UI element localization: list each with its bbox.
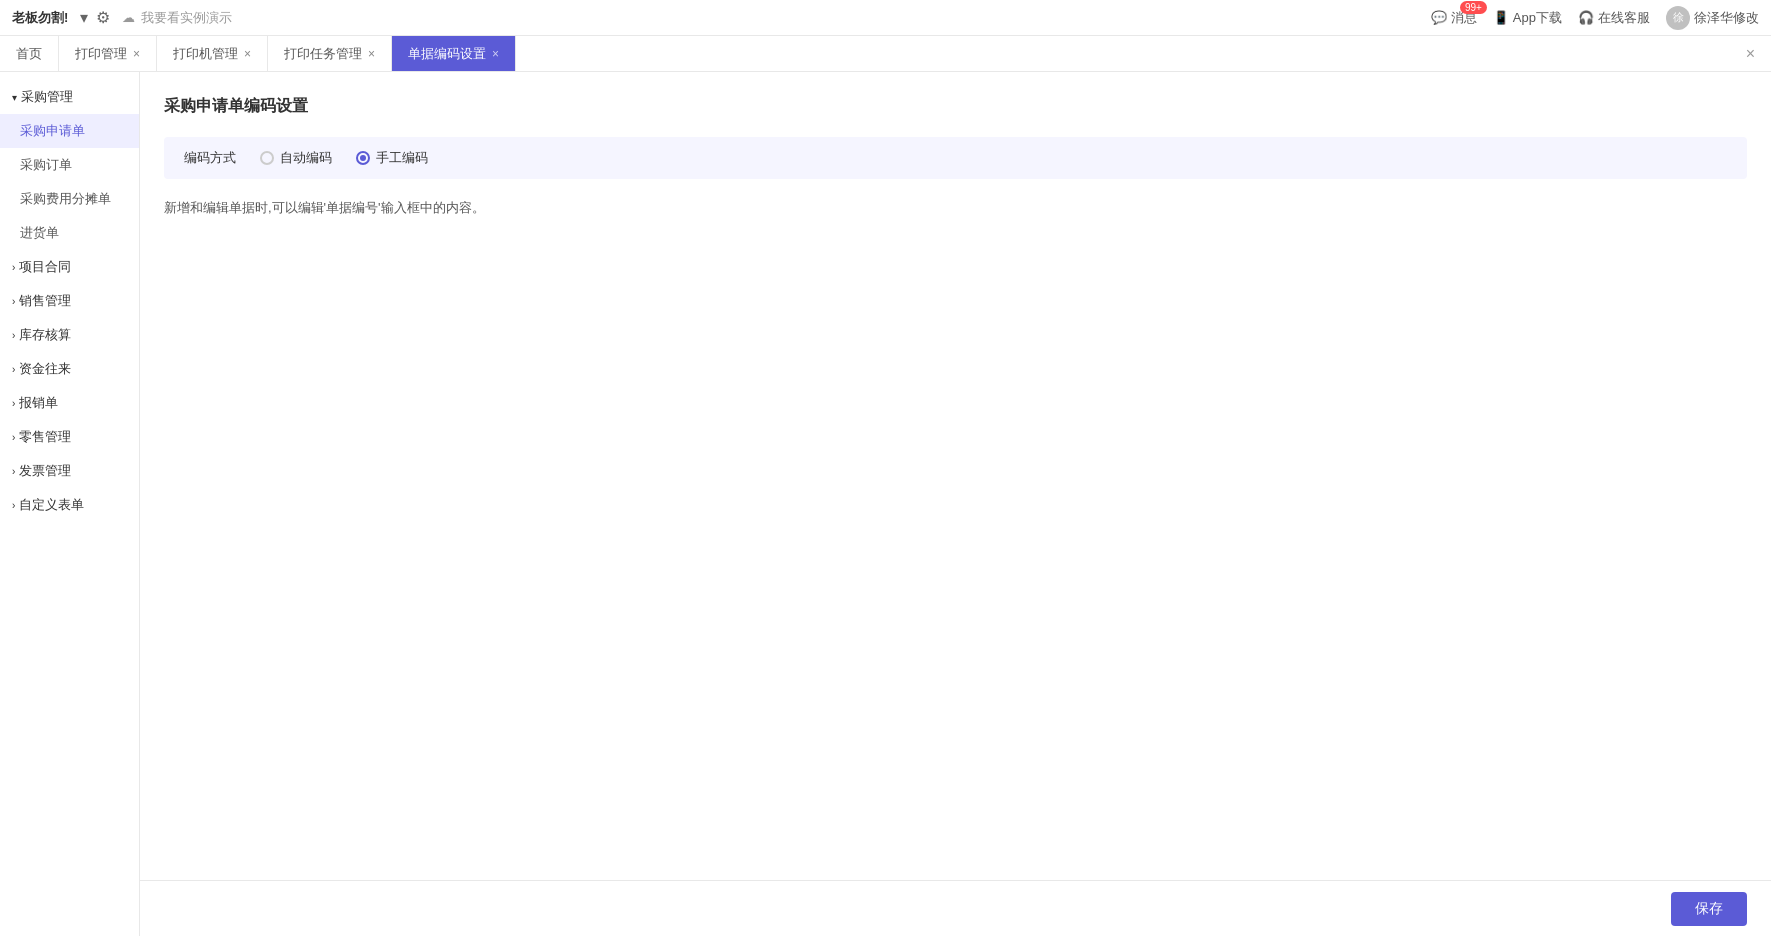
search-text: 我要看实例演示: [141, 9, 232, 27]
tab-print-mgmt-close[interactable]: ×: [133, 47, 140, 61]
top-bar-left: 老板勿割! ▾ ⚙ ☁ 我要看实例演示: [12, 8, 232, 27]
sidebar-group-purchase-mgmt-header[interactable]: ▾ 采购管理: [0, 80, 139, 114]
message-button[interactable]: 💬 消息 99+: [1431, 9, 1477, 27]
content-footer: 保存: [140, 880, 1771, 936]
auto-encoding-option[interactable]: 自动编码: [260, 149, 332, 167]
app-download-label: App下载: [1513, 9, 1562, 27]
sidebar-group-return: › 报销单: [0, 386, 139, 420]
sidebar-group-retail-mgmt-header[interactable]: › 零售管理: [0, 420, 139, 454]
sidebar-group-sales-mgmt-label: 销售管理: [19, 292, 71, 310]
sidebar-item-purchase-expense[interactable]: 采购费用分摊单: [0, 182, 139, 216]
content-main: 采购申请单编码设置 编码方式 自动编码 手工编码 新增和编辑单据时,可以编辑'单…: [140, 72, 1771, 880]
message-icon: 💬: [1431, 10, 1447, 25]
tab-single-code-setting-label: 单据编码设置: [408, 45, 486, 63]
sidebar-group-project-contract-label: 项目合同: [19, 258, 71, 276]
sidebar-group-return-header[interactable]: › 报销单: [0, 386, 139, 420]
tab-bar: 首页 打印管理 × 打印机管理 × 打印任务管理 × 单据编码设置 × ×: [0, 36, 1771, 72]
sidebar-group-retail-mgmt-label: 零售管理: [19, 428, 71, 446]
tab-printer-mgmt-label: 打印机管理: [173, 45, 238, 63]
tab-print-mgmt[interactable]: 打印管理 ×: [59, 36, 157, 71]
sidebar-group-inventory-label: 库存核算: [19, 326, 71, 344]
chevron-right-icon-5: ›: [12, 398, 15, 409]
sidebar-group-custom-form: › 自定义表单: [0, 488, 139, 522]
sidebar-item-purchase-request[interactable]: 采购申请单: [0, 114, 139, 148]
sidebar-group-inventory: › 库存核算: [0, 318, 139, 352]
app-download-icon: 📱: [1493, 10, 1509, 25]
app-download-button[interactable]: 📱 App下载: [1493, 9, 1562, 27]
tab-printer-mgmt-close[interactable]: ×: [244, 47, 251, 61]
sidebar-group-purchase-mgmt: ▾ 采购管理 采购申请单 采购订单 采购费用分摊单 进货单: [0, 80, 139, 250]
encoding-label: 编码方式: [184, 149, 236, 167]
sidebar-group-return-label: 报销单: [19, 394, 58, 412]
sidebar-item-purchase-expense-label: 采购费用分摊单: [20, 191, 111, 206]
page-title: 采购申请单编码设置: [164, 96, 1747, 117]
chevron-right-icon: ›: [12, 262, 15, 273]
sidebar-group-invoice-mgmt-label: 发票管理: [19, 462, 71, 480]
tab-bar-right: ×: [1746, 36, 1771, 71]
app-logo: 老板勿割!: [12, 9, 68, 27]
sidebar-group-project-contract: › 项目合同: [0, 250, 139, 284]
hint-text: 新增和编辑单据时,可以编辑'单据编号'输入框中的内容。: [164, 199, 1747, 217]
online-service-button[interactable]: 🎧 在线客服: [1578, 9, 1650, 27]
tab-print-mgmt-label: 打印管理: [75, 45, 127, 63]
manual-encoding-radio[interactable]: [356, 151, 370, 165]
sidebar-group-retail-mgmt: › 零售管理: [0, 420, 139, 454]
tab-print-task-mgmt-label: 打印任务管理: [284, 45, 362, 63]
tab-bar-close-button[interactable]: ×: [1746, 45, 1755, 63]
top-bar-icons: ▾ ⚙: [80, 8, 110, 27]
dropdown-icon[interactable]: ▾: [80, 8, 88, 27]
chevron-right-icon-6: ›: [12, 432, 15, 443]
sidebar-group-inventory-header[interactable]: › 库存核算: [0, 318, 139, 352]
content-area: 采购申请单编码设置 编码方式 自动编码 手工编码 新增和编辑单据时,可以编辑'单…: [140, 72, 1771, 936]
auto-encoding-radio[interactable]: [260, 151, 274, 165]
chevron-right-icon-3: ›: [12, 330, 15, 341]
sidebar-group-fund-label: 资金往来: [19, 360, 71, 378]
online-service-icon: 🎧: [1578, 10, 1594, 25]
tab-printer-mgmt[interactable]: 打印机管理 ×: [157, 36, 268, 71]
tab-print-task-mgmt[interactable]: 打印任务管理 ×: [268, 36, 392, 71]
sidebar-group-custom-form-label: 自定义表单: [19, 496, 84, 514]
tab-home-label: 首页: [16, 45, 42, 63]
sidebar-group-fund: › 资金往来: [0, 352, 139, 386]
sidebar-item-purchase-request-label: 采购申请单: [20, 123, 85, 138]
chevron-right-icon-2: ›: [12, 296, 15, 307]
chevron-right-icon-8: ›: [12, 500, 15, 511]
tab-home[interactable]: 首页: [0, 36, 59, 71]
search-icon: ☁: [122, 10, 135, 25]
sidebar-group-sales-mgmt: › 销售管理: [0, 284, 139, 318]
sidebar-item-purchase-order[interactable]: 采购订单: [0, 148, 139, 182]
tab-single-code-setting-close[interactable]: ×: [492, 47, 499, 61]
top-bar: 老板勿割! ▾ ⚙ ☁ 我要看实例演示 💬 消息 99+ 📱 App下载 🎧 在…: [0, 0, 1771, 36]
user-profile-button[interactable]: 徐 徐泽华修改: [1666, 6, 1759, 30]
chevron-down-icon: ▾: [12, 92, 17, 103]
top-bar-right: 💬 消息 99+ 📱 App下载 🎧 在线客服 徐 徐泽华修改: [1431, 6, 1759, 30]
chevron-right-icon-7: ›: [12, 466, 15, 477]
encoding-section: 编码方式 自动编码 手工编码: [164, 137, 1747, 179]
main-layout: ▾ 采购管理 采购申请单 采购订单 采购费用分摊单 进货单 › 项目合同: [0, 72, 1771, 936]
manual-encoding-option[interactable]: 手工编码: [356, 149, 428, 167]
message-badge: 99+: [1460, 1, 1487, 14]
tab-single-code-setting[interactable]: 单据编码设置 ×: [392, 36, 516, 71]
tab-print-task-mgmt-close[interactable]: ×: [368, 47, 375, 61]
sidebar-item-stock-in[interactable]: 进货单: [0, 216, 139, 250]
save-button[interactable]: 保存: [1671, 892, 1747, 926]
settings-icon[interactable]: ⚙: [96, 8, 110, 27]
sidebar-group-invoice-mgmt: › 发票管理: [0, 454, 139, 488]
sidebar-item-stock-in-label: 进货单: [20, 225, 59, 240]
sidebar-group-purchase-mgmt-label: 采购管理: [21, 88, 73, 106]
avatar: 徐: [1666, 6, 1690, 30]
online-service-label: 在线客服: [1598, 9, 1650, 27]
sidebar-item-purchase-order-label: 采购订单: [20, 157, 72, 172]
sidebar-group-fund-header[interactable]: › 资金往来: [0, 352, 139, 386]
sidebar-group-invoice-mgmt-header[interactable]: › 发票管理: [0, 454, 139, 488]
user-name: 徐泽华修改: [1694, 9, 1759, 27]
sidebar-group-project-contract-header[interactable]: › 项目合同: [0, 250, 139, 284]
sidebar: ▾ 采购管理 采购申请单 采购订单 采购费用分摊单 进货单 › 项目合同: [0, 72, 140, 936]
chevron-right-icon-4: ›: [12, 364, 15, 375]
search-bar[interactable]: ☁ 我要看实例演示: [122, 9, 232, 27]
manual-encoding-label: 手工编码: [376, 149, 428, 167]
auto-encoding-label: 自动编码: [280, 149, 332, 167]
sidebar-group-sales-mgmt-header[interactable]: › 销售管理: [0, 284, 139, 318]
sidebar-group-custom-form-header[interactable]: › 自定义表单: [0, 488, 139, 522]
